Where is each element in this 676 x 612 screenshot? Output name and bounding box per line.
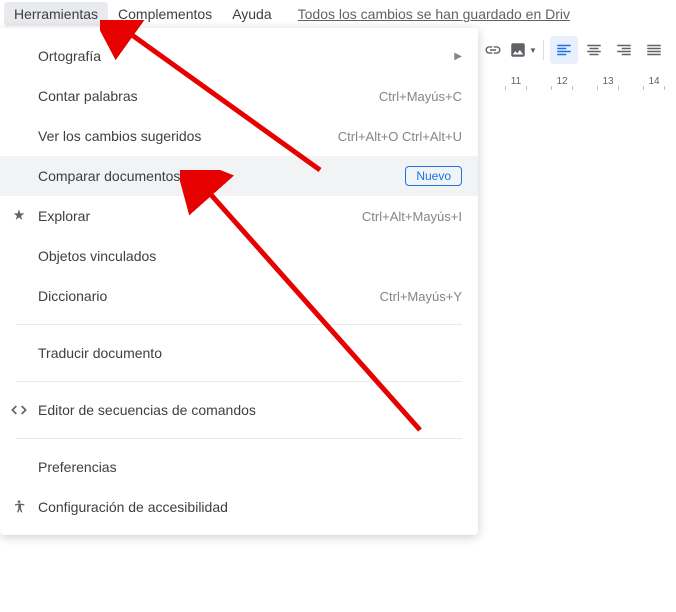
ruler-tick: 12 [540, 76, 584, 87]
menu-label: Contar palabras [38, 88, 379, 104]
menu-label: Ver los cambios sugeridos [38, 128, 338, 144]
menu-shortcut: Ctrl+Alt+O Ctrl+Alt+U [338, 129, 462, 144]
chevron-down-icon: ▼ [529, 46, 537, 55]
ruler-tick: 14 [632, 76, 676, 87]
align-justify-icon[interactable] [640, 36, 668, 64]
menu-item-objetos[interactable]: Objetos vinculados [0, 236, 478, 276]
menu-item-explorar[interactable]: Explorar Ctrl+Alt+Mayús+I [0, 196, 478, 236]
image-icon[interactable]: ▼ [509, 36, 537, 64]
menu-separator [16, 381, 462, 382]
menu-label: Traducir documento [38, 345, 462, 361]
menu-item-accesibilidad[interactable]: Configuración de accesibilidad [0, 487, 478, 527]
menu-label: Preferencias [38, 459, 462, 475]
chevron-right-icon: ▶ [454, 51, 462, 62]
menu-label: Explorar [38, 208, 362, 224]
menu-label: Editor de secuencias de comandos [38, 402, 462, 418]
toolbar-separator [543, 40, 544, 60]
menu-item-traducir[interactable]: Traducir documento [0, 333, 478, 373]
code-icon [10, 401, 28, 419]
save-status[interactable]: Todos los cambios se han guardado en Dri… [298, 6, 570, 22]
link-icon[interactable] [479, 36, 507, 64]
menu-label: Objetos vinculados [38, 248, 462, 264]
align-right-icon[interactable] [610, 36, 638, 64]
align-left-icon[interactable] [550, 36, 578, 64]
menu-label: Comparar documentos [38, 168, 405, 184]
new-badge: Nuevo [405, 166, 462, 186]
menu-separator [16, 438, 462, 439]
menu-item-ortografia[interactable]: Ortografía ▶ [0, 36, 478, 76]
align-center-icon[interactable] [580, 36, 608, 64]
menu-item-comparar[interactable]: Comparar documentos Nuevo [0, 156, 478, 196]
ruler-tick: 11 [494, 76, 538, 87]
menu-item-editor-secuencias[interactable]: Editor de secuencias de comandos [0, 390, 478, 430]
menu-complementos[interactable]: Complementos [108, 2, 222, 26]
toolbar: ▼ [471, 32, 676, 68]
menu-item-preferencias[interactable]: Preferencias [0, 447, 478, 487]
ruler-tick: 13 [586, 76, 630, 87]
ruler: 11 12 13 14 [494, 72, 676, 90]
menu-item-cambios[interactable]: Ver los cambios sugeridos Ctrl+Alt+O Ctr… [0, 116, 478, 156]
menu-shortcut: Ctrl+Alt+Mayús+I [362, 209, 462, 224]
menu-item-contar[interactable]: Contar palabras Ctrl+Mayús+C [0, 76, 478, 116]
menu-separator [16, 324, 462, 325]
menu-herramientas[interactable]: Herramientas [4, 2, 108, 26]
menu-shortcut: Ctrl+Mayús+C [379, 89, 462, 104]
menubar: Herramientas Complementos Ayuda Todos lo… [0, 0, 676, 28]
tools-dropdown: Ortografía ▶ Contar palabras Ctrl+Mayús+… [0, 28, 478, 535]
menu-shortcut: Ctrl+Mayús+Y [380, 289, 462, 304]
menu-label: Diccionario [38, 288, 380, 304]
menu-item-diccionario[interactable]: Diccionario Ctrl+Mayús+Y [0, 276, 478, 316]
menu-ayuda[interactable]: Ayuda [222, 2, 281, 26]
explore-icon [10, 207, 28, 225]
accessibility-icon [10, 498, 28, 516]
menu-label: Ortografía [38, 48, 446, 64]
menu-label: Configuración de accesibilidad [38, 499, 462, 515]
